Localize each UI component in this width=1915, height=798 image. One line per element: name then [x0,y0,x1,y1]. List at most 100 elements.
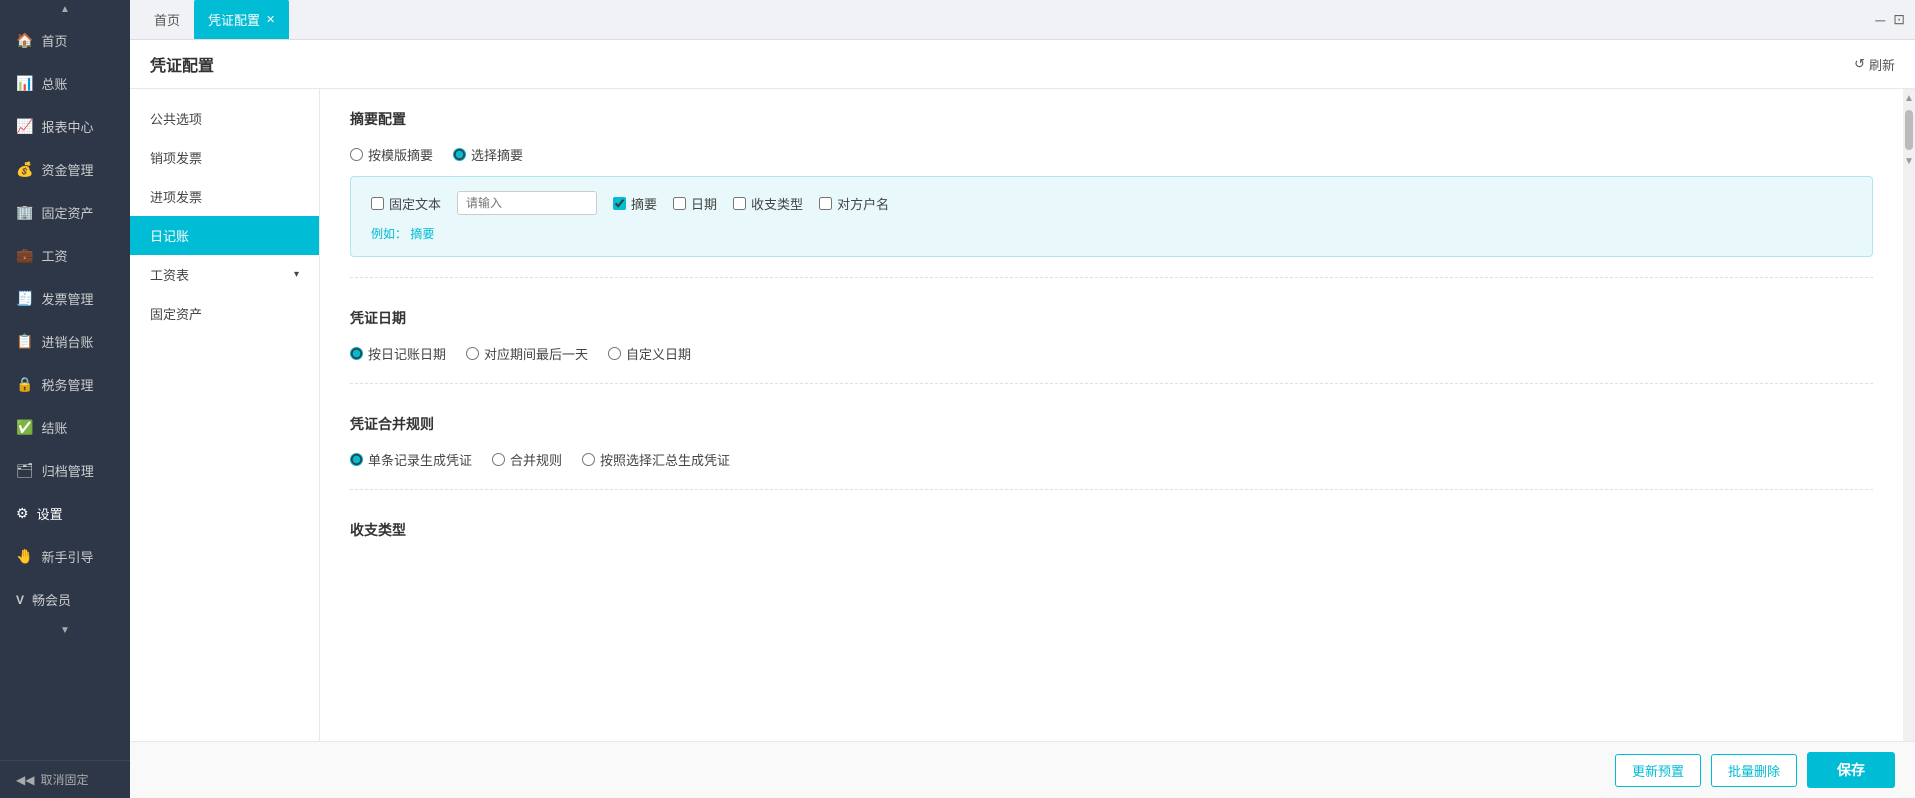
abstract-section: 摘要配置 按模版摘要 选择摘要 [350,109,1873,278]
abstract-select-radio[interactable] [453,148,466,161]
tab-home-label: 首页 [154,10,180,29]
sidebar-item-guide[interactable]: 🤚 新手引导 [0,535,130,578]
sidebar-scroll-down[interactable]: ▼ [0,621,130,640]
abstract-fields-row: 固定文本 摘要 日期 [371,191,1852,215]
income-type-title: 收支类型 [350,520,1873,540]
merge-rules-title: 凭证合并规则 [350,414,1873,434]
tax-icon: 🔒 [16,376,33,393]
sidebar-scroll-up[interactable]: ▲ [0,0,130,19]
abstract-preview: 例如： 摘要 [371,225,1852,242]
tab-minimize-button[interactable]: ─ [1875,11,1885,28]
scroll-down-arrow[interactable]: ▼ [1903,152,1915,171]
sidebar-item-assets[interactable]: 🏢 固定资产 [0,191,130,234]
income-type-checkbox[interactable] [733,197,746,210]
tab-actions: ─ ⊡ [1875,11,1905,28]
abstract-mode-group: 按模版摘要 选择摘要 [350,145,1873,164]
merge-single[interactable]: 单条记录生成凭证 [350,450,472,469]
sidebar-item-sales[interactable]: 📋 进销台账 [0,320,130,363]
left-nav-fixed-assets-label: 固定资产 [150,304,202,323]
merge-selection-radio[interactable] [582,453,595,466]
left-nav-fixed-assets[interactable]: 固定资产 [130,294,319,333]
merge-by-selection[interactable]: 按照选择汇总生成凭证 [582,450,730,469]
fixed-text-input[interactable] [457,191,597,215]
date-custom-radio[interactable] [608,347,621,360]
abstract-mode-template[interactable]: 按模版摘要 [350,145,433,164]
sidebar-unpin-button[interactable]: ◀◀ 取消固定 [0,760,130,798]
sidebar-item-ledger[interactable]: 📊 总账 [0,62,130,105]
sidebar-item-finance[interactable]: 💰 资金管理 [0,148,130,191]
sidebar-item-settings[interactable]: ⚙ 设置 [0,492,130,535]
sidebar-item-label: 畅会员 [32,590,71,609]
tab-voucher[interactable]: 凭证配置 ✕ [194,0,289,39]
outer-scrollbar[interactable]: ▲ ▼ [1903,89,1915,741]
abstract-select-label: 选择摘要 [471,145,523,164]
sales-icon: 📋 [16,333,33,350]
sidebar-item-report[interactable]: 📈 报表中心 [0,105,130,148]
merge-rule-radio[interactable] [492,453,505,466]
date-custom[interactable]: 自定义日期 [608,344,691,363]
left-nav-sales-invoice-label: 销项发票 [150,148,202,167]
refresh-button[interactable]: ↺ 刷新 [1854,55,1895,74]
merge-single-radio[interactable] [350,453,363,466]
report-icon: 📈 [16,118,33,135]
sidebar-item-archive[interactable]: 🗂 归档管理 [0,449,130,492]
sidebar-item-label: 归档管理 [42,461,94,480]
tab-maximize-button[interactable]: ⊡ [1893,11,1905,28]
left-nav-journal[interactable]: 日记账 [130,216,319,255]
left-nav-journal-label: 日记账 [150,226,189,245]
sidebar-item-label: 新手引导 [41,547,93,566]
field-date[interactable]: 日期 [673,194,717,213]
field-income-type[interactable]: 收支类型 [733,194,803,213]
abstract-checkbox[interactable] [613,197,626,210]
refresh-label: 刷新 [1869,55,1895,74]
date-journal-label: 按日记账日期 [368,344,446,363]
date-by-journal[interactable]: 按日记账日期 [350,344,446,363]
date-period-label: 对应期间最后一天 [484,344,588,363]
tab-home[interactable]: 首页 [140,0,194,39]
date-period-radio[interactable] [466,347,479,360]
guide-icon: 🤚 [16,548,33,565]
sidebar-item-tax[interactable]: 🔒 税务管理 [0,363,130,406]
sidebar-item-home[interactable]: 🏠 首页 [0,19,130,62]
sidebar-item-salary[interactable]: 💼 工资 [0,234,130,277]
date-checkbox[interactable] [673,197,686,210]
left-nav-sales-invoice[interactable]: 销项发票 [130,138,319,177]
left-nav: 公共选项 销项发票 进项发票 日记账 工资表 ▾ 固定资产 [130,89,320,741]
field-fixed-text[interactable]: 固定文本 [371,194,441,213]
counterpart-checkbox[interactable] [819,197,832,210]
sidebar-item-close[interactable]: ✅ 结账 [0,406,130,449]
scroll-up-arrow[interactable]: ▲ [1903,89,1915,108]
bottom-bar: 更新预置 批量删除 保存 [130,741,1915,798]
date-label: 日期 [691,194,717,213]
left-nav-public[interactable]: 公共选项 [130,99,319,138]
sidebar-item-vip[interactable]: V 畅会员 [0,578,130,621]
date-journal-radio[interactable] [350,347,363,360]
left-nav-payroll-label: 工资表 [150,265,189,284]
save-button[interactable]: 保存 [1807,752,1895,788]
abstract-template-radio[interactable] [350,148,363,161]
income-type-section: 收支类型 [350,520,1873,576]
counterpart-label: 对方户名 [837,194,889,213]
assets-icon: 🏢 [16,204,33,221]
sidebar-item-invoice[interactable]: 🧾 发票管理 [0,277,130,320]
page-header: 凭证配置 ↺ 刷新 [130,40,1915,89]
abstract-mode-select[interactable]: 选择摘要 [453,145,523,164]
close-accounts-icon: ✅ [16,419,33,436]
update-preset-button[interactable]: 更新预置 [1615,754,1701,787]
salary-icon: 💼 [16,247,33,264]
archive-icon: 🗂 [16,462,34,479]
voucher-date-group: 按日记账日期 对应期间最后一天 自定义日期 [350,344,1873,363]
batch-delete-button[interactable]: 批量删除 [1711,754,1797,787]
left-nav-payroll[interactable]: 工资表 ▾ [130,255,319,294]
pin-icon: ◀◀ [16,773,34,787]
date-by-period[interactable]: 对应期间最后一天 [466,344,588,363]
left-nav-purchase-invoice[interactable]: 进项发票 [130,177,319,216]
tab-close-icon[interactable]: ✕ [266,13,275,26]
field-counterpart[interactable]: 对方户名 [819,194,889,213]
fixed-text-label: 固定文本 [389,194,441,213]
fixed-text-checkbox[interactable] [371,197,384,210]
field-abstract[interactable]: 摘要 [613,194,657,213]
sidebar-item-label: 设置 [37,504,63,523]
merge-rule[interactable]: 合并规则 [492,450,562,469]
scroll-thumb[interactable] [1905,110,1913,150]
